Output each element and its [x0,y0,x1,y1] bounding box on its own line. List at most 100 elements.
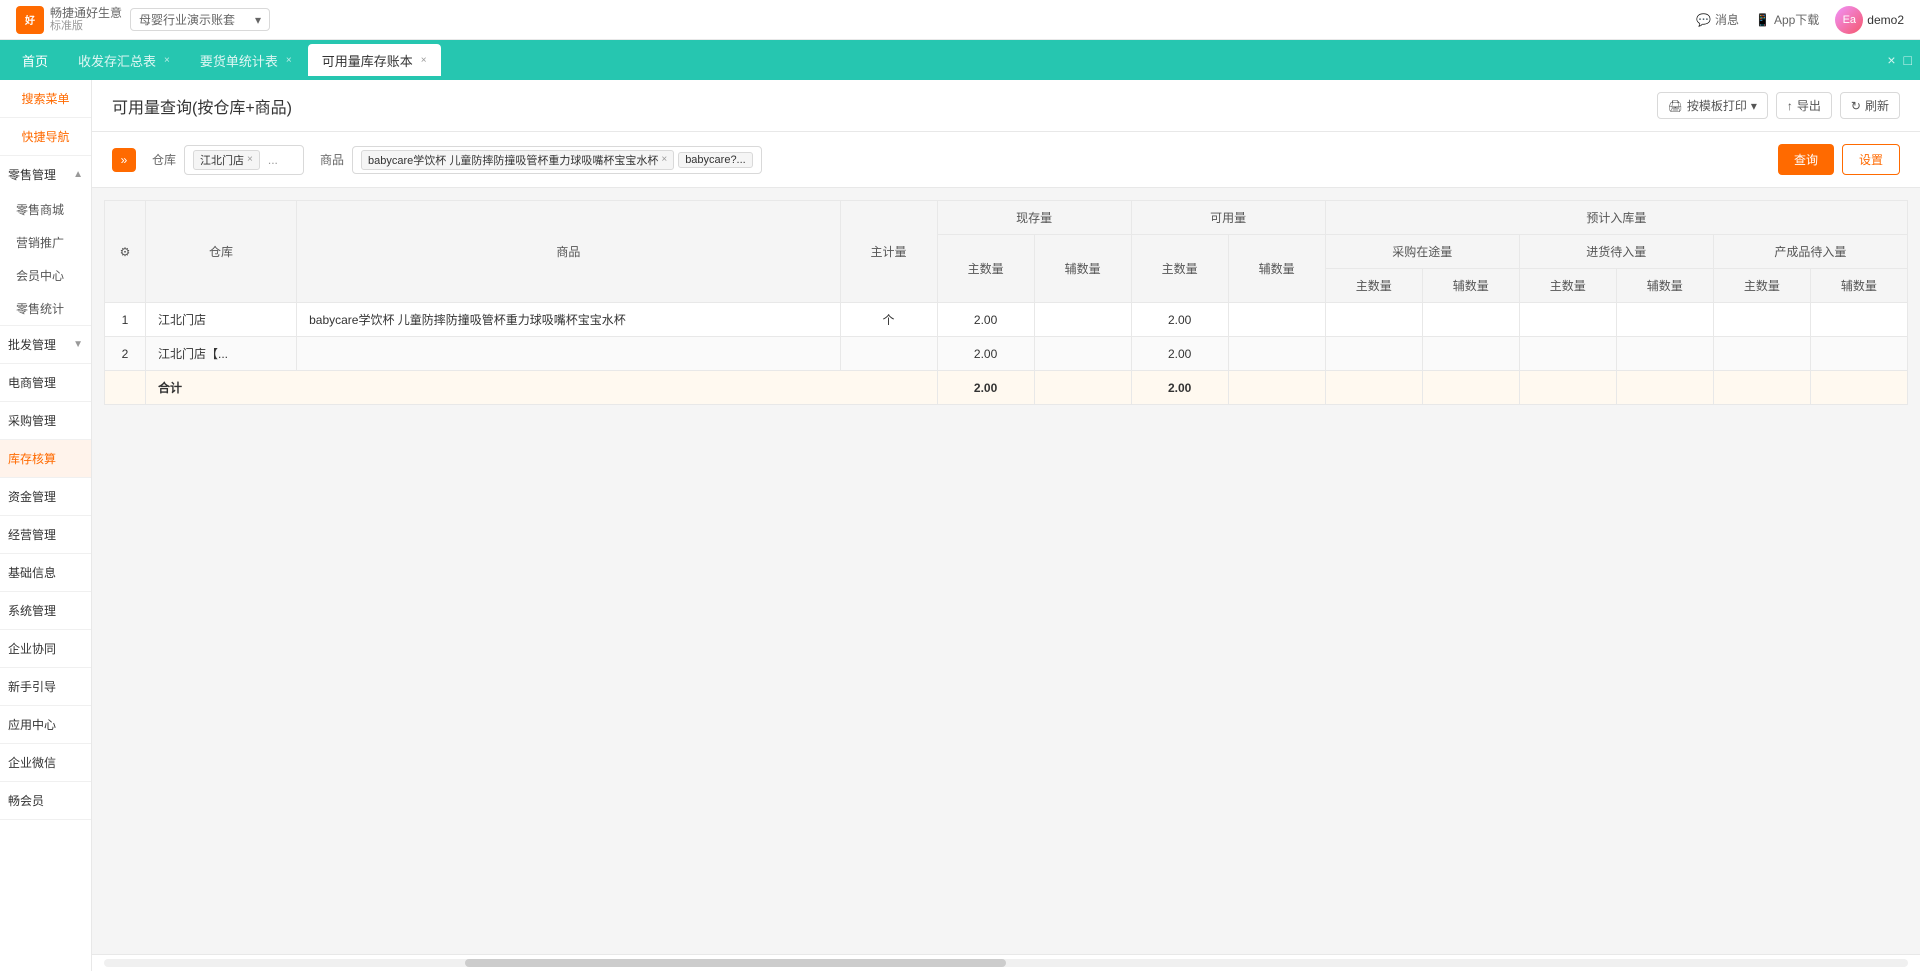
message-button[interactable]: 💬 消息 [1696,11,1739,28]
tab-home[interactable]: 首页 [8,44,62,76]
table-footer [92,954,1920,971]
top-bar-right: 💬 消息 📱 App下载 Ea demo2 [1696,6,1904,34]
sidebar-group-newbie-title[interactable]: 新手引导 [0,668,91,705]
cell-incoming-aux-2 [1616,337,1713,371]
cell-production-main-2 [1713,337,1810,371]
th-incoming-pending: 进货待入量 [1519,235,1713,269]
filter-actions: 查询 设置 [1778,144,1900,175]
logo-text: 畅捷通好生意 标准版 [50,6,122,34]
total-label: 合计 [146,371,938,405]
table-row-group: 2 江北门店【... 2.00 2.00 [105,337,1908,371]
sidebar-group-basic-title[interactable]: 基础信息 [0,554,91,591]
th-product: 商品 [297,201,840,303]
refresh-button[interactable]: ↻ 刷新 [1840,92,1900,119]
setting-button[interactable]: 设置 [1842,144,1900,175]
cell-index: 1 [105,303,146,337]
filter-toggle-button[interactable]: » [112,148,136,172]
total-current-main: 2.00 [937,371,1034,405]
nav-tabs: 首页 收发存汇总表 × 要货单统计表 × 可用量库存账本 × × □ [0,40,1920,80]
warehouse-input[interactable]: 江北门店 × ... [184,145,304,175]
tab-receipts[interactable]: 收发存汇总表 × [64,44,184,76]
tab-requisition[interactable]: 要货单统计表 × [186,44,306,76]
cell-incoming-main [1519,303,1616,337]
cell-product-2 [297,337,840,371]
sidebar-group-collab-title[interactable]: 企业协同 [0,630,91,667]
app-download-button[interactable]: 📱 App下载 [1755,11,1819,28]
window-controls: × □ [1887,52,1912,68]
total-incoming-aux [1616,371,1713,405]
warehouse-more-options[interactable]: ... [264,153,282,167]
cell-purchased-aux [1422,303,1519,337]
cell-current-aux-2 [1034,337,1131,371]
sidebar-group-retail-title[interactable]: 零售管理 ▲ [0,156,91,193]
main-layout: 搜索菜单 快捷导航 零售管理 ▲ 零售商城 营销推广 会员中心 零售统计 [0,80,1920,971]
cell-purchased-main-2 [1325,337,1422,371]
inventory-table: ⚙ 仓库 商品 主计量 现存量 可用量 预计入库量 主数量 辅数量 主数量 辅数… [104,200,1908,405]
sidebar-group-inventory-title[interactable]: 库存核算 [0,440,91,477]
cell-current-main: 2.00 [937,303,1034,337]
sidebar-item-retail-stats[interactable]: 零售统计 [0,292,91,325]
sidebar-quick-nav[interactable]: 快捷导航 [0,118,91,156]
export-icon: ↑ [1787,99,1793,113]
sidebar-group-apps-title[interactable]: 应用中心 [0,706,91,743]
cell-current-main-2: 2.00 [937,337,1034,371]
sidebar-group-purchase: 采购管理 [0,402,91,440]
chevron-up-icon: ▲ [73,169,83,180]
column-settings-icon[interactable]: ⚙ [117,244,133,260]
query-button[interactable]: 查询 [1778,144,1834,175]
sidebar-group-system: 系统管理 [0,592,91,630]
product-tag-1-close[interactable]: × [661,154,667,165]
refresh-icon: ↻ [1851,99,1861,113]
th-current-stock: 现存量 [937,201,1131,235]
cell-warehouse: 江北门店 [146,303,297,337]
sidebar-item-marketing[interactable]: 营销推广 [0,226,91,259]
template-selector[interactable]: 母婴行业演示账套 ▾ [130,8,270,31]
horizontal-scrollbar[interactable] [104,959,1908,967]
sidebar-group-finance-title[interactable]: 资金管理 [0,478,91,515]
sidebar-group-wholesale: 批发管理 ▼ [0,326,91,364]
tab-close-receipts[interactable]: × [164,55,170,66]
tab-close-available-stock[interactable]: × [421,55,427,66]
sidebar-item-online-retail[interactable]: 零售商城 [0,193,91,226]
content-area: 可用量查询(按仓库+商品) 🖨 按模板打印 ▾ ↑ 导出 ↻ 刷新 [92,80,1920,971]
th-incoming-main: 主数量 [1519,269,1616,303]
total-production-main [1713,371,1810,405]
chevron-down-icon: ▼ [73,339,83,350]
th-production-aux: 辅数量 [1810,269,1907,303]
cell-index-2: 2 [105,337,146,371]
sidebar-search[interactable]: 搜索菜单 [0,80,91,118]
sidebar-group-wechat-title[interactable]: 企业微信 [0,744,91,781]
maximize-button[interactable]: □ [1904,52,1912,68]
close-window-button[interactable]: × [1887,52,1895,68]
total-available-aux [1228,371,1325,405]
print-button[interactable]: 🖨 按模板打印 ▾ [1657,92,1768,119]
sidebar-group-inventory: 库存核算 [0,440,91,478]
th-purchased-main: 主数量 [1325,269,1422,303]
th-current-main: 主数量 [937,235,1034,303]
scrollbar-thumb[interactable] [465,959,1006,967]
sidebar-group-wholesale-title[interactable]: 批发管理 ▼ [0,326,91,363]
sidebar-group-apps: 应用中心 [0,706,91,744]
cell-warehouse-2: 江北门店【... [146,337,297,371]
sidebar-group-system-title[interactable]: 系统管理 [0,592,91,629]
sidebar-group-operations-title[interactable]: 经营管理 [0,516,91,553]
sidebar-group-ecom: 电商管理 [0,364,91,402]
cell-production-aux [1810,303,1907,337]
total-purchased-aux [1422,371,1519,405]
th-planned-in: 预计入库量 [1325,201,1907,235]
user-profile[interactable]: Ea demo2 [1835,6,1904,34]
tab-available-stock[interactable]: 可用量库存账本 × [308,44,441,76]
cell-purchased-main [1325,303,1422,337]
sidebar-group-member: 畅会员 [0,782,91,820]
tab-close-requisition[interactable]: × [286,55,292,66]
export-button[interactable]: ↑ 导出 [1776,92,1832,119]
sidebar-item-members[interactable]: 会员中心 [0,259,91,292]
sidebar-group-ecom-title[interactable]: 电商管理 [0,364,91,401]
filter-warehouse-field: 仓库 江北门店 × ... [152,145,304,175]
printer-icon: 🖨 [1668,99,1683,113]
warehouse-tag-close[interactable]: × [247,154,253,165]
avatar: Ea [1835,6,1863,34]
sidebar-group-purchase-title[interactable]: 采购管理 [0,402,91,439]
sidebar-group-member-title[interactable]: 畅会员 [0,782,91,819]
product-input[interactable]: babycare学饮杯 儿童防摔防撞吸管杯重力球吸嘴杯宝宝水杯 × babyca… [352,146,762,174]
